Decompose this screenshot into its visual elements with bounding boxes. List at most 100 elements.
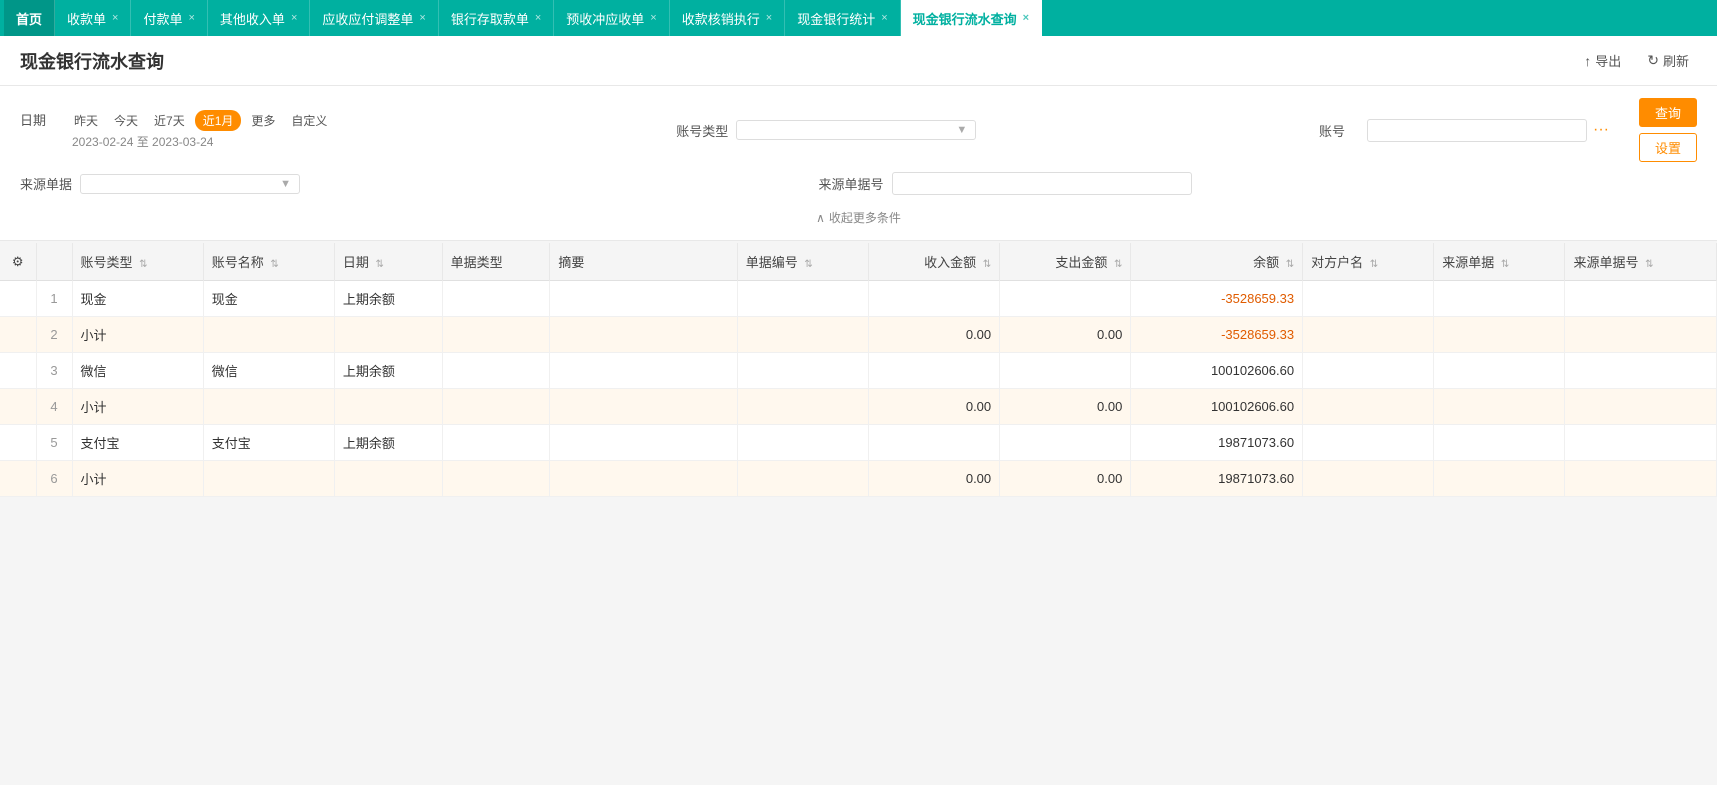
row-number: 5 <box>36 425 72 461</box>
date-opt-7days[interactable]: 近7天 <box>148 110 191 131</box>
cell-account-type: 微信 <box>72 353 203 389</box>
close-icon-write-off[interactable]: × <box>766 12 772 24</box>
more-options-icon[interactable]: ··· <box>1593 121 1609 139</box>
nav-item-other-income[interactable]: 其他收入单 × <box>208 0 310 36</box>
close-icon-receipt[interactable]: × <box>112 12 118 24</box>
nav-item-payment[interactable]: 付款单 × <box>131 0 207 36</box>
table-row[interactable]: 6 小计 0.00 0.00 19871073.60 <box>0 461 1717 497</box>
refresh-label: 刷新 <box>1663 51 1689 70</box>
nav-item-write-off[interactable]: 收款核销执行 × <box>670 0 785 36</box>
doc-num-column-header[interactable]: 单据编号 ⇅ <box>737 243 868 281</box>
cell-account-type: 小计 <box>72 389 203 425</box>
refresh-button[interactable]: ↻ 刷新 <box>1639 47 1697 74</box>
close-icon-other-income[interactable]: × <box>291 12 297 24</box>
cell-source-doc <box>1434 281 1565 317</box>
sort-icon-balance: ⇅ <box>1286 259 1294 270</box>
query-button[interactable]: 查询 <box>1639 98 1697 127</box>
date-opt-custom[interactable]: 自定义 <box>285 110 333 131</box>
date-opt-yesterday[interactable]: 昨天 <box>68 110 104 131</box>
date-range-display: 2023-02-24 至 2023-03-24 <box>72 133 333 150</box>
cell-date <box>334 389 442 425</box>
export-label: 导出 <box>1595 51 1621 70</box>
summary-column-header: 摘要 <box>550 243 737 281</box>
income-column-header[interactable]: 收入金额 ⇅ <box>868 243 999 281</box>
close-icon-pre-receipt[interactable]: × <box>650 12 656 24</box>
nav-label-write-off: 收款核销执行 <box>682 9 760 28</box>
account-name-column-header[interactable]: 账号名称 ⇅ <box>203 243 334 281</box>
cell-source-doc <box>1434 389 1565 425</box>
table-body: 1 现金 现金 上期余额 -3528659.33 2 小计 0.00 0.00 … <box>0 281 1717 497</box>
expense-column-header[interactable]: 支出金额 ⇅ <box>1000 243 1131 281</box>
cell-source-doc <box>1434 425 1565 461</box>
cell-expense: 0.00 <box>1000 461 1131 497</box>
nav-item-receipt[interactable]: 收款单 × <box>55 0 131 36</box>
cell-counterparty <box>1303 281 1434 317</box>
table-row[interactable]: 4 小计 0.00 0.00 100102606.60 <box>0 389 1717 425</box>
nav-label-bank-deposit: 银行存取款单 <box>451 9 529 28</box>
cell-balance: -3528659.33 <box>1131 317 1303 353</box>
row-number: 4 <box>36 389 72 425</box>
cell-account-type: 现金 <box>72 281 203 317</box>
table-header-row: ⚙ 账号类型 ⇅ 账号名称 ⇅ 日期 ⇅ 单据类型 摘要 单据编号 ⇅ 收入金额… <box>0 243 1717 281</box>
setting-button[interactable]: 设置 <box>1639 133 1697 162</box>
cell-account-type: 小计 <box>72 317 203 353</box>
close-icon-bank-deposit[interactable]: × <box>535 12 541 24</box>
close-icon-cash-flow[interactable]: × <box>1023 12 1029 24</box>
nav-item-bank-deposit[interactable]: 银行存取款单 × <box>439 0 554 36</box>
counterparty-column-header[interactable]: 对方户名 ⇅ <box>1303 243 1434 281</box>
close-icon-payment[interactable]: × <box>188 12 194 24</box>
table-row[interactable]: 3 微信 微信 上期余额 100102606.60 <box>0 353 1717 389</box>
cell-account-name: 微信 <box>203 353 334 389</box>
chevron-up-icon: ∧ <box>816 211 825 225</box>
cell-source-doc-num <box>1565 317 1717 353</box>
sort-icon-income: ⇅ <box>983 259 991 270</box>
collapse-bar[interactable]: ∧ 收起更多条件 <box>20 205 1697 228</box>
account-type-column-header[interactable]: 账号类型 ⇅ <box>72 243 203 281</box>
cell-counterparty <box>1303 389 1434 425</box>
balance-column-header[interactable]: 余额 ⇅ <box>1131 243 1303 281</box>
nav-item-home[interactable]: 首页 <box>4 0 55 36</box>
table-row[interactable]: 5 支付宝 支付宝 上期余额 19871073.60 <box>0 425 1717 461</box>
nav-item-cash-flow[interactable]: 现金银行流水查询 × <box>901 0 1042 36</box>
export-button[interactable]: ↑ 导出 <box>1576 47 1629 74</box>
table-row[interactable]: 1 现金 现金 上期余额 -3528659.33 <box>0 281 1717 317</box>
page-header: 现金银行流水查询 ↑ 导出 ↻ 刷新 <box>0 36 1717 86</box>
nav-item-ap-ar[interactable]: 应收应付调整单 × <box>310 0 438 36</box>
nav-item-cash-stat[interactable]: 现金银行统计 × <box>785 0 900 36</box>
cell-counterparty <box>1303 425 1434 461</box>
account-num-input[interactable] <box>1367 119 1587 142</box>
date-opt-1month[interactable]: 近1月 <box>195 110 242 131</box>
date-column-header[interactable]: 日期 ⇅ <box>334 243 442 281</box>
source-doc-num-input[interactable] <box>892 172 1192 195</box>
sort-icon-source-doc-num: ⇅ <box>1645 259 1653 270</box>
cell-date: 上期余额 <box>334 353 442 389</box>
row-gear <box>0 353 36 389</box>
nav-label-home: 首页 <box>16 9 42 28</box>
date-filter: 日期 昨天 今天 近7天 近1月 更多 自定义 2023-02-24 至 202… <box>20 110 333 150</box>
source-doc-select[interactable]: ▼ <box>80 174 300 194</box>
sort-icon-counterparty: ⇅ <box>1370 259 1378 270</box>
account-num-label: 账号 <box>1319 121 1359 140</box>
account-type-select[interactable]: ▼ <box>736 120 976 140</box>
cell-doc-type <box>442 389 550 425</box>
header-actions: ↑ 导出 ↻ 刷新 <box>1576 47 1697 74</box>
date-opt-more[interactable]: 更多 <box>245 110 281 131</box>
close-icon-cash-stat[interactable]: × <box>881 12 887 24</box>
data-table: ⚙ 账号类型 ⇅ 账号名称 ⇅ 日期 ⇅ 单据类型 摘要 单据编号 ⇅ 收入金额… <box>0 243 1717 497</box>
close-icon-ap-ar[interactable]: × <box>419 12 425 24</box>
nav-item-pre-receipt[interactable]: 预收冲应收单 × <box>554 0 669 36</box>
cell-expense: 0.00 <box>1000 317 1131 353</box>
cell-doc-type <box>442 281 550 317</box>
source-doc-filter: 来源单据 ▼ <box>20 174 320 194</box>
table-row[interactable]: 2 小计 0.00 0.00 -3528659.33 <box>0 317 1717 353</box>
cell-account-name <box>203 389 334 425</box>
cell-date <box>334 461 442 497</box>
cell-doc-type <box>442 461 550 497</box>
source-doc-num-column-header[interactable]: 来源单据号 ⇅ <box>1565 243 1717 281</box>
nav-label-cash-flow: 现金银行流水查询 <box>913 9 1017 28</box>
source-doc-num-label: 来源单据号 <box>819 174 884 193</box>
cell-doc-num <box>737 353 868 389</box>
gear-column-header[interactable]: ⚙ <box>0 243 36 281</box>
date-opt-today[interactable]: 今天 <box>108 110 144 131</box>
source-doc-column-header[interactable]: 来源单据 ⇅ <box>1434 243 1565 281</box>
